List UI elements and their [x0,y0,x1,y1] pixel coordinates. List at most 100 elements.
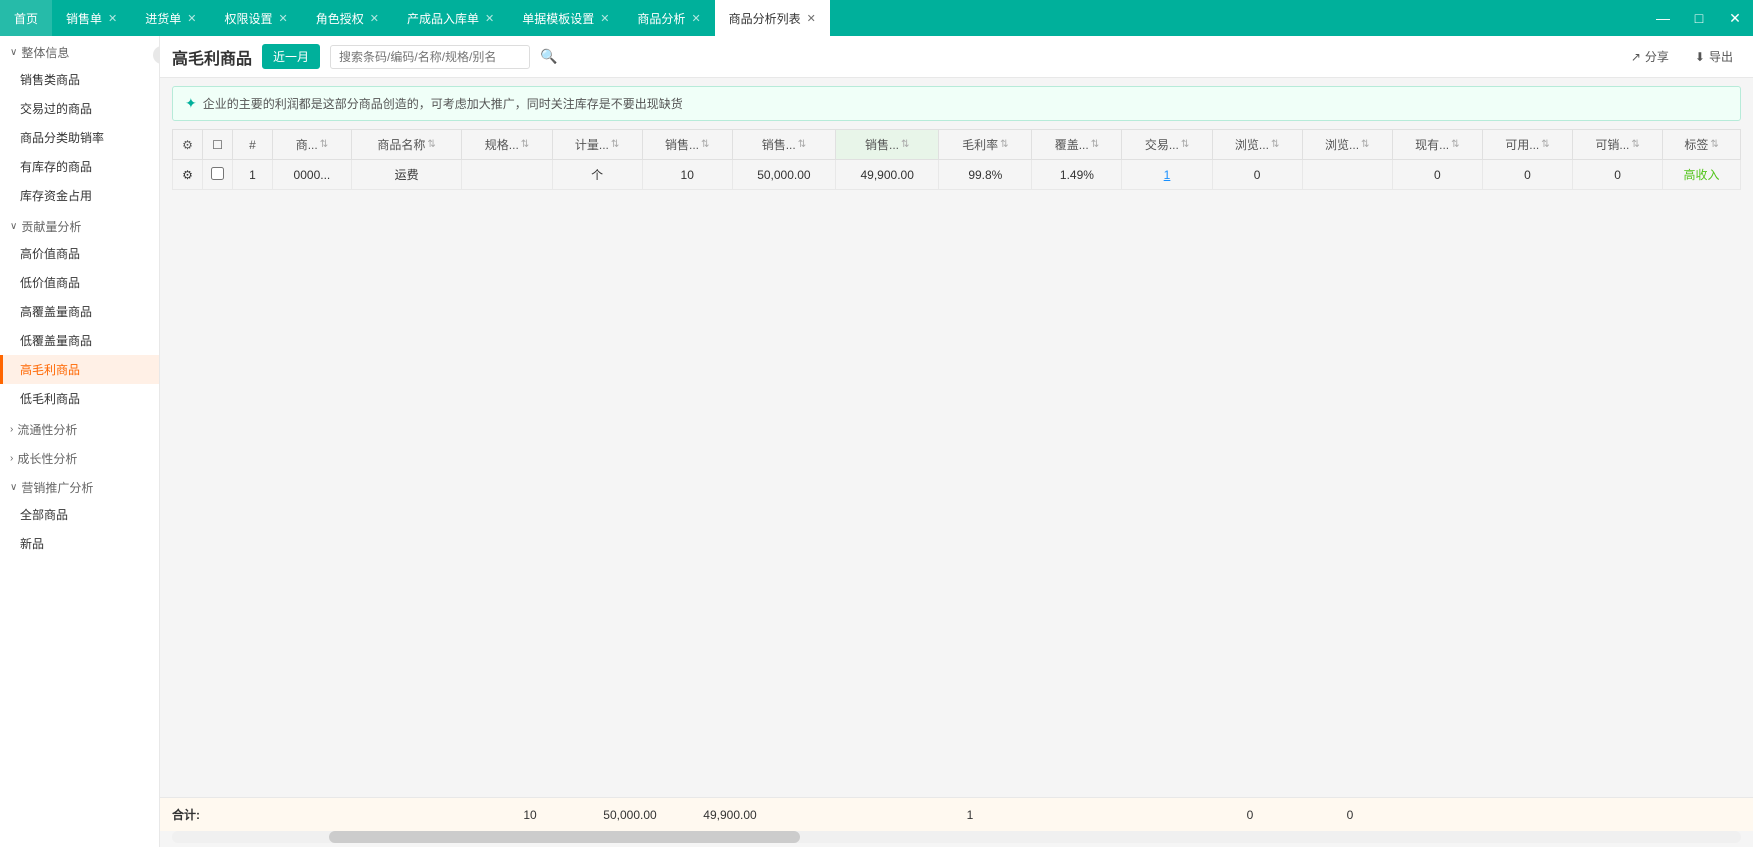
share-icon: ↗ [1631,50,1641,64]
close-permission-settings[interactable]: ✕ [279,12,288,25]
col-sales-amt[interactable]: 销售...⇅ [732,130,835,160]
nav-role-auth[interactable]: 角色授权 ✕ [302,0,393,36]
col-settings[interactable]: ⚙ [173,130,203,160]
col-sales-profit[interactable]: 销售...⇅ [836,130,939,160]
cell-num: 1 [233,160,273,190]
footer-sales-amt: 50,000.00 [590,808,670,822]
col-sales-qty[interactable]: 销售...⇅ [642,130,732,160]
table-row: ⚙ 1 0000... 运费 个 10 50,000.00 49,900.00 … [173,160,1741,190]
top-navigation: 首页 销售单 ✕ 进货单 ✕ 权限设置 ✕ 角色授权 ✕ 产成品入库单 ✕ 单据… [0,0,1753,36]
close-product-analysis[interactable]: ✕ [691,12,700,25]
table-header-row: ⚙ ☐ # 商...⇅ 商品名称⇅ 规格...⇅ [173,130,1741,160]
cell-saleable: 0 [1573,160,1663,190]
sidebar-group-overall-info[interactable]: ∨ 整体信息 [0,36,159,65]
sidebar-group-contribution[interactable]: ∨ 贡献量分析 [0,210,159,239]
nav-product-inbound[interactable]: 产成品入库单 ✕ [393,0,508,36]
col-saleable[interactable]: 可销...⇅ [1573,130,1663,160]
sort-icon-spec: ⇅ [521,139,529,150]
sidebar-item-low-margin[interactable]: 低毛利商品 [0,384,159,413]
sidebar-item-low-value[interactable]: 低价值商品 [0,268,159,297]
sort-icon-sales-qty: ⇅ [701,139,709,150]
sort-icon-browse1: ⇅ [1271,139,1279,150]
sidebar-item-all-goods[interactable]: 全部商品 [0,500,159,529]
sort-icon-code: ⇅ [320,139,328,150]
sidebar-item-low-coverage[interactable]: 低覆盖量商品 [0,326,159,355]
sidebar-item-new-goods[interactable]: 新品 [0,529,159,558]
sidebar-group-marketing[interactable]: ∨ 营销推广分析 [0,471,159,500]
col-current-stock[interactable]: 现有...⇅ [1392,130,1482,160]
close-window-button[interactable]: ✕ [1717,0,1753,36]
cell-checkbox[interactable] [203,160,233,190]
sidebar-item-in-stock-goods[interactable]: 有库存的商品 [0,152,159,181]
col-code[interactable]: 商...⇅ [273,130,352,160]
sidebar-item-high-value[interactable]: 高价值商品 [0,239,159,268]
sidebar-item-high-margin[interactable]: 高毛利商品 [0,355,159,384]
cell-settings[interactable]: ⚙ [173,160,203,190]
arrow-icon-5: ∨ [10,482,17,493]
minimize-button[interactable]: — [1645,0,1681,36]
footer-label: 合计: [172,806,200,823]
close-sales-order[interactable]: ✕ [108,12,117,25]
col-browse2[interactable]: 浏览...⇅ [1302,130,1392,160]
table-footer: 合计: 10 50,000.00 49,900.00 1 0 0 [160,797,1753,831]
page-title: 高毛利商品 [172,45,252,69]
col-available[interactable]: 可用...⇅ [1482,130,1572,160]
content-header: 高毛利商品 近一月 🔍 ↗ 分享 ⬇ 导出 [160,36,1753,78]
tag-badge: 高收入 [1684,168,1720,182]
sort-icon-name: ⇅ [427,139,435,150]
nav-permission-settings[interactable]: 权限设置 ✕ [210,0,301,36]
sidebar-group-growth[interactable]: › 成长性分析 [0,442,159,471]
nav-sales-order[interactable]: 销售单 ✕ [52,0,131,36]
col-checkbox[interactable]: ☐ [203,130,233,160]
cell-trade[interactable]: 1 [1122,160,1212,190]
export-button[interactable]: ⬇ 导出 [1687,44,1741,69]
sidebar-group-liquidity[interactable]: › 流通性分析 [0,413,159,442]
search-input[interactable] [330,45,530,69]
sort-icon-saleable: ⇅ [1631,139,1639,150]
col-spec[interactable]: 规格...⇅ [462,130,552,160]
export-icon: ⬇ [1695,50,1705,64]
horizontal-scrollbar[interactable] [172,831,1741,843]
footer-available: 0 [1310,808,1390,822]
share-button[interactable]: ↗ 分享 [1623,44,1677,69]
content-area: 高毛利商品 近一月 🔍 ↗ 分享 ⬇ 导出 ✦ 企业的主要的利润都是这部分商品创… [160,36,1753,847]
sidebar-item-traded-goods[interactable]: 交易过的商品 [0,94,159,123]
close-role-auth[interactable]: ✕ [370,12,379,25]
close-purchase-order[interactable]: ✕ [187,12,196,25]
col-browse1[interactable]: 浏览...⇅ [1212,130,1302,160]
trade-link[interactable]: 1 [1164,168,1171,182]
search-icon[interactable]: 🔍 [540,48,557,65]
filter-recent-month-button[interactable]: 近一月 [262,44,320,69]
cell-current-stock: 0 [1392,160,1482,190]
sidebar: 《 ∨ 整体信息 销售类商品 交易过的商品 商品分类助销率 有库存的商品 库存资… [0,36,160,847]
sidebar-item-stock-capital[interactable]: 库存资金占用 [0,181,159,210]
col-trade[interactable]: 交易...⇅ [1122,130,1212,160]
col-unit[interactable]: 计量...⇅ [552,130,642,160]
row-checkbox[interactable] [211,167,224,180]
cell-code: 0000... [273,160,352,190]
col-coverage[interactable]: 覆盖...⇅ [1032,130,1122,160]
scrollbar-thumb[interactable] [329,831,800,843]
nav-template-settings[interactable]: 单据模板设置 ✕ [508,0,623,36]
col-gross-rate[interactable]: 毛利率⇅ [939,130,1032,160]
cell-sales-profit: 49,900.00 [836,160,939,190]
col-name[interactable]: 商品名称⇅ [351,130,462,160]
close-template-settings[interactable]: ✕ [600,12,609,25]
sidebar-item-sales-goods[interactable]: 销售类商品 [0,65,159,94]
nav-product-analysis-list[interactable]: 商品分析列表 ✕ [715,0,830,36]
data-table-container: ⚙ ☐ # 商...⇅ 商品名称⇅ 规格...⇅ [172,129,1741,797]
maximize-button[interactable]: □ [1681,0,1717,36]
nav-home[interactable]: 首页 [0,0,52,36]
cell-browse2 [1302,160,1392,190]
footer-sales-profit: 49,900.00 [690,808,770,822]
sort-icon-gross-rate: ⇅ [1000,139,1008,150]
arrow-icon-4: › [10,453,13,464]
sidebar-item-high-coverage[interactable]: 高覆盖量商品 [0,297,159,326]
close-product-inbound[interactable]: ✕ [485,12,494,25]
nav-product-analysis[interactable]: 商品分析 ✕ [623,0,714,36]
nav-purchase-order[interactable]: 进货单 ✕ [131,0,210,36]
sort-icon-coverage: ⇅ [1091,139,1099,150]
close-product-analysis-list[interactable]: ✕ [807,12,816,25]
sidebar-item-category-rate[interactable]: 商品分类助销率 [0,123,159,152]
col-tag[interactable]: 标签⇅ [1663,130,1741,160]
